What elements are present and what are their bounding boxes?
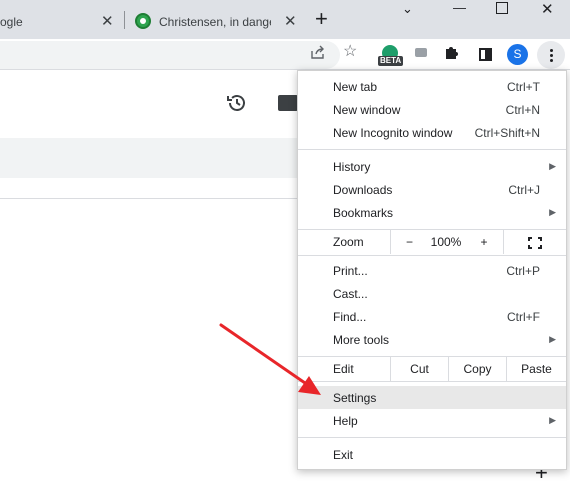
maximize-button[interactable] bbox=[496, 2, 508, 14]
menu-item-shortcut: Ctrl+J bbox=[508, 182, 540, 197]
menu-item-more-tools[interactable]: More tools ▶ bbox=[298, 328, 566, 351]
menu-item-history[interactable]: History ▶ bbox=[298, 155, 566, 178]
menu-item-exit[interactable]: Exit bbox=[298, 443, 566, 466]
menu-item-shortcut: Ctrl+T bbox=[507, 79, 540, 94]
menu-item-new-window[interactable]: New window Ctrl+N bbox=[298, 98, 566, 121]
kebab-dot bbox=[549, 58, 553, 62]
side-panel-icon[interactable] bbox=[479, 48, 492, 61]
menu-item-label: History bbox=[333, 159, 371, 174]
tab-title: Christensen, in danger bbox=[159, 14, 271, 29]
menu-item-label: New window bbox=[333, 102, 401, 117]
zoom-level: 100% bbox=[430, 235, 462, 249]
camera-icon[interactable] bbox=[415, 48, 427, 57]
more-menu-button[interactable] bbox=[537, 41, 565, 69]
zoom-in-button[interactable]: + bbox=[465, 230, 503, 254]
submenu-arrow-icon: ▶ bbox=[549, 334, 556, 344]
menu-item-label: Print... bbox=[333, 263, 368, 278]
menu-item-label: New Incognito window bbox=[333, 125, 453, 140]
tab-title: ogle bbox=[0, 14, 23, 29]
menu-separator bbox=[298, 255, 566, 256]
menu-item-label: Help bbox=[333, 413, 358, 428]
arrow-shaft bbox=[219, 323, 307, 385]
zoom-out-button[interactable]: − bbox=[390, 230, 428, 254]
tab-strip: ogle ✕ Christensen, in danger ✕ + ⌄ — ✕ bbox=[0, 0, 570, 39]
chrome-menu: New tab Ctrl+T New window Ctrl+N New Inc… bbox=[297, 70, 567, 470]
menu-item-find[interactable]: Find... Ctrl+F bbox=[298, 305, 566, 328]
share-icon[interactable] bbox=[310, 45, 326, 63]
menu-item-label: Settings bbox=[333, 390, 377, 405]
page-banner bbox=[0, 138, 300, 178]
menu-separator bbox=[298, 149, 566, 150]
menu-item-cast[interactable]: Cast... bbox=[298, 282, 566, 305]
menu-item-shortcut: Ctrl+Shift+N bbox=[474, 125, 540, 140]
avatar[interactable]: S bbox=[507, 44, 528, 65]
beta-badge: BETA bbox=[378, 56, 404, 66]
menu-separator bbox=[298, 437, 566, 438]
new-tab-button[interactable]: + bbox=[315, 8, 328, 30]
cut-button[interactable]: Cut bbox=[390, 357, 448, 381]
menu-item-label: New tab bbox=[333, 79, 378, 94]
menu-item-bookmarks[interactable]: Bookmarks ▶ bbox=[298, 201, 566, 224]
menu-item-print[interactable]: Print... Ctrl+P bbox=[298, 259, 566, 282]
submenu-arrow-icon: ▶ bbox=[549, 161, 556, 171]
tab-close-icon[interactable]: ✕ bbox=[284, 14, 297, 29]
address-bar[interactable] bbox=[0, 41, 340, 69]
menu-item-downloads[interactable]: Downloads Ctrl+J bbox=[298, 178, 566, 201]
fullscreen-icon[interactable] bbox=[503, 230, 566, 254]
submenu-arrow-icon: ▶ bbox=[549, 415, 556, 425]
menu-item-label: Bookmarks bbox=[333, 205, 394, 220]
menu-item-new-incognito-window[interactable]: New Incognito window Ctrl+Shift+N bbox=[298, 121, 566, 144]
edit-label: Edit bbox=[333, 362, 354, 376]
bookmark-star-icon[interactable]: ☆ bbox=[343, 44, 357, 60]
copy-button[interactable]: Copy bbox=[448, 357, 506, 381]
toolbar: ☆ BETA S bbox=[0, 39, 570, 70]
menu-item-shortcut: Ctrl+F bbox=[507, 309, 540, 324]
menu-item-settings[interactable]: Settings bbox=[298, 386, 566, 409]
menu-item-label: Find... bbox=[333, 309, 367, 324]
page-divider bbox=[0, 198, 300, 199]
zoom-label: Zoom bbox=[333, 235, 364, 249]
menu-item-shortcut: Ctrl+P bbox=[506, 263, 540, 278]
menu-separator bbox=[298, 381, 566, 382]
tab-search-chevron-icon[interactable]: ⌄ bbox=[402, 1, 413, 21]
paste-button[interactable]: Paste bbox=[506, 357, 566, 381]
tab-favicon-icon bbox=[135, 13, 151, 29]
menu-item-help[interactable]: Help ▶ bbox=[298, 409, 566, 432]
puzzle-icon[interactable] bbox=[444, 44, 460, 64]
beta-extension-icon[interactable]: BETA bbox=[378, 45, 404, 69]
minimize-button[interactable]: — bbox=[453, 0, 466, 20]
menu-item-shortcut: Ctrl+N bbox=[505, 102, 540, 117]
tab-close-icon[interactable]: ✕ bbox=[101, 14, 114, 29]
menu-item-label: Downloads bbox=[333, 182, 393, 197]
menu-item-label: Cast... bbox=[333, 286, 368, 301]
menu-item-label: Exit bbox=[333, 447, 354, 462]
zoom-row: Zoom − 100% + bbox=[298, 230, 566, 254]
tab-christensen[interactable]: Christensen, in danger ✕ bbox=[126, 4, 306, 39]
menu-item-new-tab[interactable]: New tab Ctrl+T bbox=[298, 75, 566, 98]
tab-google[interactable]: ogle ✕ bbox=[0, 4, 122, 39]
menu-item-label: More tools bbox=[333, 332, 390, 347]
kebab-dot bbox=[549, 53, 553, 57]
submenu-arrow-icon: ▶ bbox=[549, 207, 556, 217]
kebab-dot bbox=[549, 48, 553, 52]
window-close-button[interactable]: ✕ bbox=[541, 0, 554, 20]
feedback-icon[interactable] bbox=[278, 95, 298, 111]
edit-row: Edit Cut Copy Paste bbox=[298, 357, 566, 381]
tab-separator bbox=[124, 11, 125, 29]
history-icon[interactable] bbox=[226, 92, 248, 114]
